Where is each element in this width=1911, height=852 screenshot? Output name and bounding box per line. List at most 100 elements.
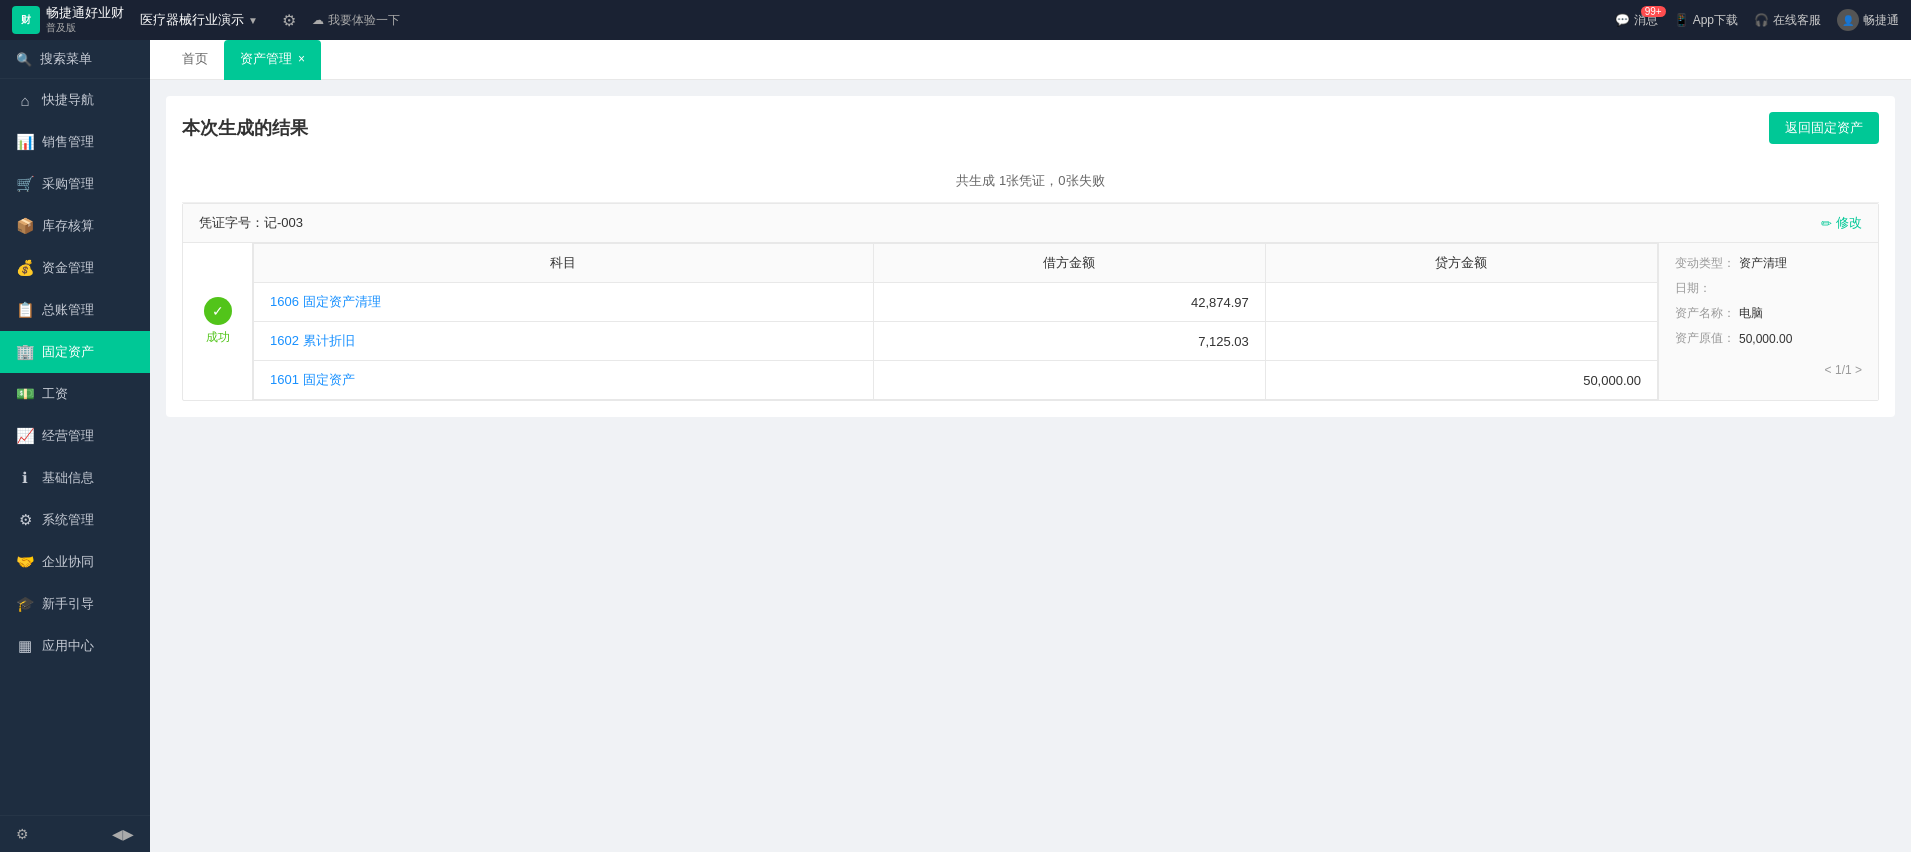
top-header: 财 畅捷通好业财 普及版 医疗器械行业演示 ▼ ⚙ ☁ 我要体验一下 💬 消息 … xyxy=(0,0,1911,40)
table-area: 科目 借方金额 贷方金额 1606 固定资产清理 42,874.97 xyxy=(253,243,1658,400)
sidebar-label-salary: 工资 xyxy=(42,385,68,403)
sales-icon: 📊 xyxy=(16,133,34,151)
sidebar-item-sales[interactable]: 📊 销售管理 xyxy=(0,121,150,163)
date-row: 日期： xyxy=(1675,280,1862,297)
col-header-credit: 贷方金额 xyxy=(1265,244,1657,283)
voucher-header: 凭证字号：记-003 ✏ 修改 xyxy=(183,204,1878,243)
sidebar-label-ledger: 总账管理 xyxy=(42,301,94,319)
header-left: 财 畅捷通好业财 普及版 医疗器械行业演示 ▼ ⚙ ☁ 我要体验一下 xyxy=(12,5,400,35)
sidebar-item-salary[interactable]: 💵 工资 xyxy=(0,373,150,415)
back-to-fixed-assets-button[interactable]: 返回固定资产 xyxy=(1769,112,1879,144)
sidebar-item-inventory[interactable]: 📦 库存核算 xyxy=(0,205,150,247)
col-header-subject: 科目 xyxy=(254,244,874,283)
inventory-icon: 📦 xyxy=(16,217,34,235)
sidebar-label-system: 系统管理 xyxy=(42,511,94,529)
sidebar-label-guide: 新手引导 xyxy=(42,595,94,613)
guide-icon: 🎓 xyxy=(16,595,34,613)
sidebar-label-app-center: 应用中心 xyxy=(42,637,94,655)
online-service-button[interactable]: 🎧 在线客服 xyxy=(1754,12,1821,29)
settings-icon[interactable]: ⚙ xyxy=(274,11,304,30)
fixed-assets-icon: 🏢 xyxy=(16,343,34,361)
operation-icon: 📈 xyxy=(16,427,34,445)
user-info[interactable]: 👤 畅捷通 xyxy=(1837,9,1899,31)
pagination-text: 1/1 xyxy=(1835,363,1855,377)
message-badge: 99 xyxy=(1641,6,1666,17)
search-menu-item[interactable]: 🔍 搜索菜单 xyxy=(0,40,150,79)
sidebar-label-sales: 销售管理 xyxy=(42,133,94,151)
sidebar-item-cooperation[interactable]: 🤝 企业协同 xyxy=(0,541,150,583)
sidebar-item-basic-info[interactable]: ℹ 基础信息 xyxy=(0,457,150,499)
sidebar-item-ledger[interactable]: 📋 总账管理 xyxy=(0,289,150,331)
page-title: 本次生成的结果 xyxy=(182,116,308,140)
username: 畅捷通 xyxy=(1863,12,1899,29)
company-name: 医疗器械行业演示 xyxy=(140,11,244,29)
row1-credit xyxy=(1265,283,1657,322)
summary-bar: 共生成 1张凭证，0张失败 xyxy=(182,160,1879,203)
sidebar-item-fund[interactable]: 💰 资金管理 xyxy=(0,247,150,289)
tab-home[interactable]: 首页 xyxy=(166,40,224,80)
edit-icon: ✏ xyxy=(1821,216,1832,231)
sidebar: 🔍 搜索菜单 ⌂ 快捷导航 📊 销售管理 🛒 采购管理 📦 库存核算 💰 资金管… xyxy=(0,40,150,852)
sidebar-item-operation[interactable]: 📈 经营管理 xyxy=(0,415,150,457)
sidebar-item-app-center[interactable]: ▦ 应用中心 xyxy=(0,625,150,667)
voucher-table: 科目 借方金额 贷方金额 1606 固定资产清理 42,874.97 xyxy=(253,243,1658,400)
header-right: 💬 消息 99 📱 App下载 🎧 在线客服 👤 畅捷通 xyxy=(1615,9,1899,31)
sidebar-item-fixed-assets[interactable]: 🏢 固定资产 xyxy=(0,331,150,373)
row2-debit: 7,125.03 xyxy=(873,322,1265,361)
row2-subject: 1602 累计折旧 xyxy=(254,322,874,361)
edit-label: 修改 xyxy=(1836,214,1862,232)
original-value-value: 50,000.00 xyxy=(1739,332,1792,346)
sidebar-label-purchase: 采购管理 xyxy=(42,175,94,193)
company-selector[interactable]: 医疗器械行业演示 ▼ xyxy=(132,11,266,29)
collapse-toggle-icon[interactable]: ◀▶ xyxy=(112,826,134,842)
sidebar-item-guide[interactable]: 🎓 新手引导 xyxy=(0,583,150,625)
asset-name-label: 资产名称： xyxy=(1675,305,1735,322)
tab-asset-mgmt[interactable]: 资产管理 × xyxy=(224,40,321,80)
content-area: 首页 资产管理 × 本次生成的结果 返回固定资产 共生成 1张凭证，0张失败 xyxy=(150,40,1911,852)
sidebar-label-inventory: 库存核算 xyxy=(42,217,94,235)
table-row: 1602 累计折旧 7,125.03 xyxy=(254,322,1658,361)
app-download-button[interactable]: 📱 App下载 xyxy=(1674,12,1738,29)
settings-footer-icon[interactable]: ⚙ xyxy=(16,826,29,842)
sidebar-label-operation: 经营管理 xyxy=(42,427,94,445)
logo-text-block: 畅捷通好业财 普及版 xyxy=(46,5,124,35)
asset-name-row: 资产名称： 电脑 xyxy=(1675,305,1862,322)
sidebar-item-system[interactable]: ⚙ 系统管理 xyxy=(0,499,150,541)
page-title-bar: 本次生成的结果 返回固定资产 xyxy=(182,112,1879,144)
sidebar-label-basic-info: 基础信息 xyxy=(42,469,94,487)
app-center-icon: ▦ xyxy=(16,637,34,655)
cooperation-icon: 🤝 xyxy=(16,553,34,571)
summary-text: 共生成 1张凭证，0张失败 xyxy=(956,173,1104,188)
side-info-panel: 变动类型： 资产清理 日期： 资产名称： 电脑 xyxy=(1658,243,1878,400)
row3-subject: 1601 固定资产 xyxy=(254,361,874,400)
pagination-next-icon[interactable]: > xyxy=(1855,363,1862,377)
tab-asset-mgmt-label: 资产管理 xyxy=(240,50,292,68)
date-label: 日期： xyxy=(1675,280,1711,297)
sidebar-label-fixed-assets: 固定资产 xyxy=(42,343,94,361)
avatar: 👤 xyxy=(1837,9,1859,31)
logo-text: 畅捷通好业财 xyxy=(46,5,124,21)
purchase-icon: 🛒 xyxy=(16,175,34,193)
voucher-number: 凭证字号：记-003 xyxy=(199,214,303,232)
voucher-body: ✓ 成功 科目 借方金额 贷方金额 xyxy=(183,243,1878,400)
pagination[interactable]: < 1/1 > xyxy=(1675,363,1862,377)
sidebar-item-quick-nav[interactable]: ⌂ 快捷导航 xyxy=(0,79,150,121)
home-icon: ⌂ xyxy=(16,91,34,109)
tab-close-icon[interactable]: × xyxy=(298,53,305,65)
pagination-prev-icon[interactable]: < xyxy=(1825,363,1832,377)
sidebar-item-purchase[interactable]: 🛒 采购管理 xyxy=(0,163,150,205)
edit-voucher-button[interactable]: ✏ 修改 xyxy=(1821,214,1862,232)
table-row: 1601 固定资产 50,000.00 xyxy=(254,361,1658,400)
message-button[interactable]: 💬 消息 99 xyxy=(1615,12,1658,29)
success-icon: ✓ xyxy=(204,297,232,325)
row1-debit: 42,874.97 xyxy=(873,283,1265,322)
change-type-value: 资产清理 xyxy=(1739,255,1787,272)
original-value-label: 资产原值： xyxy=(1675,330,1735,347)
tab-home-label: 首页 xyxy=(182,50,208,68)
status-column: ✓ 成功 xyxy=(183,243,253,400)
fund-icon: 💰 xyxy=(16,259,34,277)
row3-credit: 50,000.00 xyxy=(1265,361,1657,400)
feedback-button[interactable]: ☁ 我要体验一下 xyxy=(312,12,400,29)
logo-area: 财 畅捷通好业财 普及版 xyxy=(12,5,124,35)
sidebar-label-fund: 资金管理 xyxy=(42,259,94,277)
